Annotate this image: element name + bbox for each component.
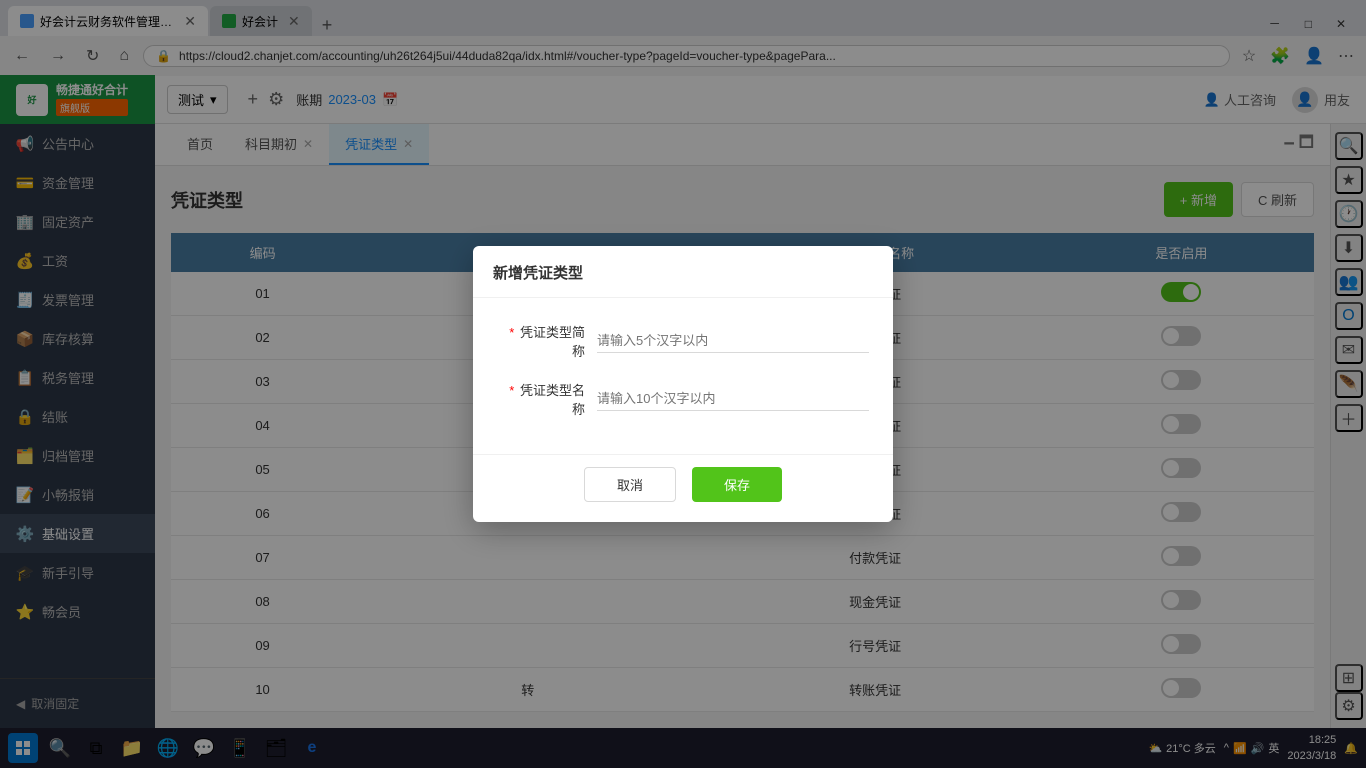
modal-body: * 凭证类型简称 * 凭证类型名称: [473, 298, 893, 454]
required-star-1: *: [509, 325, 514, 340]
save-modal-button[interactable]: 保存: [692, 467, 782, 502]
abbr-field: * 凭证类型简称: [497, 322, 869, 360]
modal-footer: 取消 保存: [473, 454, 893, 522]
required-star-2: *: [509, 383, 514, 398]
name-field: * 凭证类型名称: [497, 380, 869, 418]
name-input[interactable]: [597, 387, 869, 411]
modal-overlay: 新增凭证类型 * 凭证类型简称 * 凭证类型名称 取消 保存: [0, 0, 1366, 768]
abbr-input[interactable]: [597, 329, 869, 353]
name-label: * 凭证类型名称: [497, 380, 597, 418]
cancel-modal-button[interactable]: 取消: [584, 467, 676, 502]
abbr-label: * 凭证类型简称: [497, 322, 597, 360]
add-voucher-type-modal: 新增凭证类型 * 凭证类型简称 * 凭证类型名称 取消 保存: [473, 246, 893, 522]
modal-title: 新增凭证类型: [493, 265, 583, 282]
modal-header: 新增凭证类型: [473, 246, 893, 298]
